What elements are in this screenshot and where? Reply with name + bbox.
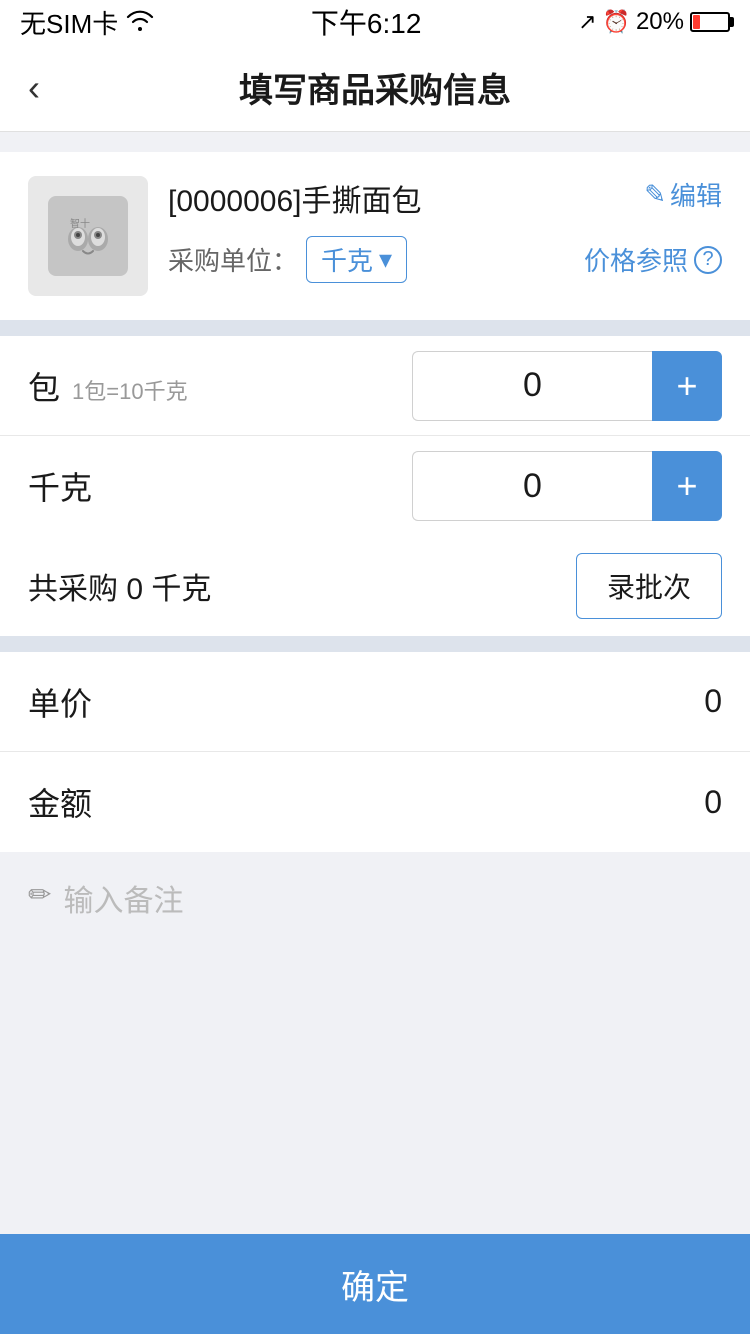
kg-quantity-input[interactable] xyxy=(412,451,652,521)
amount-value: 0 xyxy=(704,784,722,821)
unit-select-dropdown[interactable]: 千克 ▾ xyxy=(306,236,407,283)
footer[interactable]: 确定 xyxy=(0,1234,750,1334)
amount-row: 金额 0 xyxy=(0,752,750,852)
chevron-down-icon: ▾ xyxy=(379,244,392,275)
battery-icon xyxy=(690,12,730,32)
confirm-button[interactable]: 确定 xyxy=(341,1260,409,1309)
plus-icon: + xyxy=(676,365,697,407)
battery-percent: 20% xyxy=(636,8,684,36)
status-bar: 无SIM卡 下午6:12 ↗ ⏰ 20% xyxy=(0,0,750,44)
unit-price-row: 单价 0 xyxy=(0,652,750,752)
price-ref-button[interactable]: 价格参照 ? xyxy=(584,241,722,278)
summary-row: 共采购 0 千克 录批次 xyxy=(0,536,750,636)
product-info: [0000006]手撕面包 ✎ 编辑 采购单位： 千克 ▾ 价格参照 ? xyxy=(168,176,722,283)
product-thumbnail: 智十 xyxy=(48,196,128,276)
page-title: 填写商品采购信息 xyxy=(239,63,511,112)
kg-input-control: + xyxy=(412,451,722,521)
kg-label: 千克 xyxy=(28,463,92,509)
edit-label: 编辑 xyxy=(670,176,722,213)
product-unit-row: 采购单位： 千克 ▾ 价格参照 ? xyxy=(168,236,722,283)
input-section: 包 1包=10千克 + 千克 + xyxy=(0,336,750,536)
pencil-icon: ✏ xyxy=(28,878,51,911)
bag-plus-button[interactable]: + xyxy=(652,351,722,421)
content-area: 智十 [0000006]手撕面包 ✎ 编辑 采购单位： 千克 ▾ xyxy=(0,132,750,1234)
unit-value: 千克 xyxy=(321,241,373,278)
product-name: [0000006]手撕面包 xyxy=(168,176,421,220)
unit-label: 采购单位： 千克 ▾ xyxy=(168,236,407,283)
wifi-icon xyxy=(126,7,154,38)
product-top-row: [0000006]手撕面包 ✎ 编辑 xyxy=(168,176,722,220)
carrier-text: 无SIM卡 xyxy=(20,4,118,41)
edit-button[interactable]: ✎ 编辑 xyxy=(644,176,722,213)
kg-plus-button[interactable]: + xyxy=(652,451,722,521)
status-carrier: 无SIM卡 xyxy=(20,4,154,41)
section-divider-2 xyxy=(0,636,750,652)
info-section: 单价 0 金额 0 xyxy=(0,652,750,852)
bag-input-row: 包 1包=10千克 + xyxy=(0,336,750,436)
batch-button[interactable]: 录批次 xyxy=(576,553,722,619)
empty-space xyxy=(0,952,750,1234)
header: ‹ 填写商品采购信息 xyxy=(0,44,750,132)
section-divider-1 xyxy=(0,320,750,336)
product-image: 智十 xyxy=(28,176,148,296)
back-button[interactable]: ‹ xyxy=(28,67,40,109)
bag-sublabel-text: 1包=10千克 xyxy=(72,374,188,406)
remark-section[interactable]: ✏ 输入备注 xyxy=(0,852,750,952)
kg-input-row: 千克 + xyxy=(0,436,750,536)
plus-icon-2: + xyxy=(676,465,697,507)
unit-price-label: 单价 xyxy=(28,679,92,725)
status-time: 下午6:12 xyxy=(311,2,422,42)
battery-fill xyxy=(693,15,700,29)
summary-text: 共采购 0 千克 xyxy=(28,564,211,608)
status-right: ↗ ⏰ 20% xyxy=(578,8,730,36)
svg-text:智十: 智十 xyxy=(70,217,90,230)
remark-placeholder: 输入备注 xyxy=(63,876,183,920)
kg-label-text: 千克 xyxy=(28,463,92,509)
amount-label: 金额 xyxy=(28,779,92,825)
location-icon: ↗ xyxy=(578,9,596,35)
top-divider xyxy=(0,132,750,152)
product-card: 智十 [0000006]手撕面包 ✎ 编辑 采购单位： 千克 ▾ xyxy=(0,152,750,320)
bag-input-control: + xyxy=(412,351,722,421)
bag-quantity-input[interactable] xyxy=(412,351,652,421)
edit-icon: ✎ xyxy=(644,179,666,210)
bag-label: 包 1包=10千克 xyxy=(28,363,188,409)
bag-label-text: 包 xyxy=(28,363,60,409)
unit-price-value: 0 xyxy=(704,683,722,720)
alarm-icon: ⏰ xyxy=(603,9,630,35)
price-ref-label: 价格参照 xyxy=(584,241,688,278)
info-icon: ? xyxy=(694,246,722,274)
